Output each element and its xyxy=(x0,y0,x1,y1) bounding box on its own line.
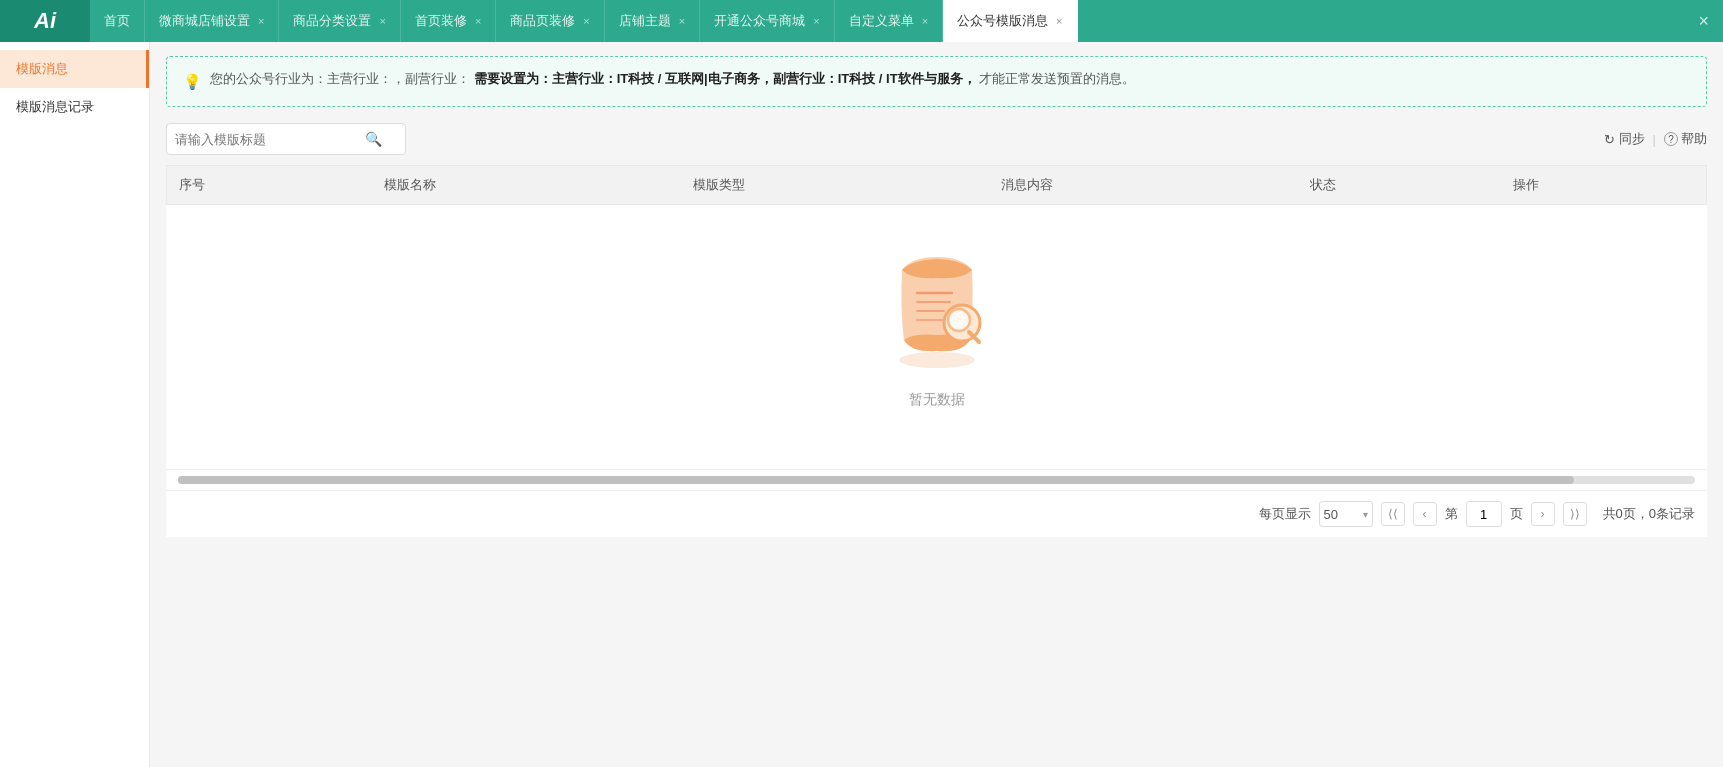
close-tab-icon[interactable]: × xyxy=(922,15,928,27)
sidebar-item-template-message[interactable]: 模版消息 xyxy=(0,50,149,88)
last-page-button[interactable]: ⟩⟩ xyxy=(1563,502,1587,526)
top-nav: Ai 首页微商城店铺设置 ×商品分类设置 ×首页装修 ×商品页装修 ×店铺主题 … xyxy=(0,0,1723,42)
bulb-icon: 💡 xyxy=(183,70,202,94)
search-row: 🔍 ↻ 同步 | ? 帮助 xyxy=(166,123,1707,155)
per-page-select[interactable]: 50 ▾ xyxy=(1319,501,1373,527)
logo: Ai xyxy=(0,0,90,42)
search-input[interactable] xyxy=(175,132,365,147)
nav-tab-home[interactable]: 首页 xyxy=(90,0,145,42)
page-unit-label: 页 xyxy=(1510,505,1523,523)
content-area: 💡 您的公众号行业为：主营行业：，副营行业： 需要设置为：主营行业：IT科技 /… xyxy=(150,42,1723,767)
sidebar: 模版消息模版消息记录 xyxy=(0,42,150,767)
help-icon: ? xyxy=(1664,132,1678,146)
sync-help: ↻ 同步 | ? 帮助 xyxy=(1604,130,1707,148)
empty-illustration xyxy=(872,245,1002,375)
notice-text: 您的公众号行业为：主营行业：，副营行业： 需要设置为：主营行业：IT科技 / 互… xyxy=(210,69,1135,90)
col-index: 序号 xyxy=(167,166,372,205)
svg-point-0 xyxy=(899,352,975,368)
nav-tab-product-design[interactable]: 商品页装修 × xyxy=(496,0,604,42)
svg-point-6 xyxy=(948,309,970,331)
nav-tab-homepage-design[interactable]: 首页装修 × xyxy=(401,0,496,42)
nav-tab-store-theme[interactable]: 店铺主题 × xyxy=(605,0,700,42)
page-input[interactable] xyxy=(1466,501,1502,527)
search-icon[interactable]: 🔍 xyxy=(365,131,382,147)
help-button[interactable]: ? 帮助 xyxy=(1664,130,1707,148)
col-template-type: 模版类型 xyxy=(681,166,990,205)
fake-scrollbar[interactable] xyxy=(178,476,1695,484)
nav-tab-custom-menu[interactable]: 自定义菜单 × xyxy=(835,0,943,42)
close-all-button[interactable]: × xyxy=(1684,11,1723,32)
total-info: 共0页，0条记录 xyxy=(1603,505,1695,523)
nav-tab-category-settings[interactable]: 商品分类设置 × xyxy=(279,0,400,42)
pagination-row: 每页显示 50 ▾ ⟨⟨ ‹ 第 页 › ⟩⟩ 共0页，0条记录 xyxy=(166,490,1707,537)
notice-box: 💡 您的公众号行业为：主营行业：，副营行业： 需要设置为：主营行业：IT科技 /… xyxy=(166,56,1707,107)
nav-tab-open-mall[interactable]: 开通公众号商城 × xyxy=(700,0,834,42)
close-tab-icon[interactable]: × xyxy=(475,15,481,27)
col-status: 状态 xyxy=(1298,166,1501,205)
col-message-content: 消息内容 xyxy=(989,166,1298,205)
table-header-row: 序号模版名称模版类型消息内容状态操作 xyxy=(167,166,1707,205)
scrollbar-thumb xyxy=(178,476,1574,484)
per-page-label: 每页显示 xyxy=(1259,505,1311,523)
prev-page-button[interactable]: ‹ xyxy=(1413,502,1437,526)
toolbar-divider: | xyxy=(1653,132,1656,147)
close-tab-icon[interactable]: × xyxy=(258,15,264,27)
nav-tab-template-msg[interactable]: 公众号模版消息 × xyxy=(943,0,1077,42)
main-layout: 模版消息模版消息记录 💡 您的公众号行业为：主营行业：，副营行业： 需要设置为：… xyxy=(0,42,1723,767)
sidebar-item-template-message-record[interactable]: 模版消息记录 xyxy=(0,88,149,126)
close-tab-icon[interactable]: × xyxy=(1056,15,1062,27)
scrollbar-row xyxy=(166,469,1707,490)
nav-tabs: 首页微商城店铺设置 ×商品分类设置 ×首页装修 ×商品页装修 ×店铺主题 ×开通… xyxy=(90,0,1684,42)
close-tab-icon[interactable]: × xyxy=(379,15,385,27)
next-page-button[interactable]: › xyxy=(1531,502,1555,526)
close-tab-icon[interactable]: × xyxy=(583,15,589,27)
page-prefix-label: 第 xyxy=(1445,505,1458,523)
empty-text: 暂无数据 xyxy=(909,391,965,409)
data-table: 序号模版名称模版类型消息内容状态操作 xyxy=(166,165,1707,205)
col-template-name: 模版名称 xyxy=(372,166,681,205)
sync-button[interactable]: ↻ 同步 xyxy=(1604,130,1645,148)
col-action: 操作 xyxy=(1501,166,1706,205)
search-input-wrap[interactable]: 🔍 xyxy=(166,123,406,155)
sync-icon: ↻ xyxy=(1604,132,1615,147)
close-tab-icon[interactable]: × xyxy=(813,15,819,27)
dropdown-chevron-icon: ▾ xyxy=(1363,509,1368,520)
close-tab-icon[interactable]: × xyxy=(679,15,685,27)
empty-state: 暂无数据 xyxy=(166,205,1707,469)
nav-tab-shop-settings[interactable]: 微商城店铺设置 × xyxy=(145,0,279,42)
empty-svg xyxy=(872,245,1002,375)
first-page-button[interactable]: ⟨⟨ xyxy=(1381,502,1405,526)
